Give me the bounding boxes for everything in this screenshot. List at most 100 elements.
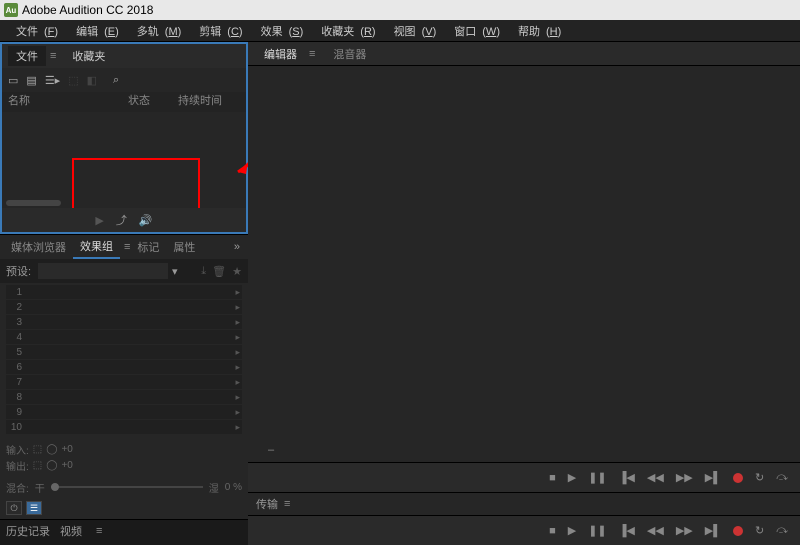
fastforward-button[interactable]: ▶▶ (676, 524, 693, 537)
power-toggle[interactable]: ⏻ (6, 501, 22, 515)
skip-button[interactable]: ⤼ (776, 524, 788, 537)
stop-button[interactable]: ■ (549, 472, 556, 484)
panel-menu-icon[interactable]: ≡ (50, 50, 56, 62)
transport-controls: ■ ▶ ❚❚ ▐◀ ◀◀ ▶▶ ▶▌ ↻ ⤼ (248, 515, 800, 545)
fx-slot[interactable]: 10▸ (6, 420, 242, 434)
fx-slot[interactable]: 3▸ (6, 315, 242, 329)
effects-panel: 媒体浏览器 效果组 ≡ 标记 属性 » 预设: ▾ ⤓ 🗑 ★ 1▸ 2▸ (0, 234, 248, 519)
tab-favorites[interactable]: 收藏夹 (64, 46, 113, 66)
history-menu-icon[interactable]: ≡ (96, 525, 102, 537)
menu-edit[interactable]: 编辑(E) (64, 23, 125, 39)
export-icon[interactable]: ⤴ (116, 212, 127, 228)
chevron-down-icon[interactable]: ▾ (172, 265, 178, 278)
history-panel: 历史记录 视频 ≡ (0, 519, 248, 541)
mix-slider[interactable] (51, 486, 203, 488)
annotation-box (72, 158, 200, 214)
fx-slot[interactable]: 7▸ (6, 375, 242, 389)
fastforward-button[interactable]: ▶▶ (676, 471, 693, 484)
search-icon[interactable]: ⌕ (113, 74, 119, 87)
tab-markers[interactable]: 标记 (130, 236, 166, 258)
menu-multitrack[interactable]: 多轨(M) (125, 23, 188, 39)
pause-button[interactable]: ❚❚ (588, 524, 606, 537)
col-duration[interactable]: 持续时间 (178, 92, 222, 112)
app-logo: Au (4, 3, 18, 17)
tab-editor[interactable]: 编辑器 (256, 43, 305, 65)
preset-dropdown[interactable] (38, 263, 168, 279)
files-table-header: 名称 状态 持续时间 (2, 92, 246, 112)
record-button[interactable] (733, 473, 743, 483)
menu-window[interactable]: 窗口(W) (442, 23, 506, 39)
app-title: Adobe Audition CC 2018 (22, 3, 153, 17)
save-preset-icon[interactable]: ⤓ (201, 265, 206, 278)
output-knob-icon[interactable]: ◯ (46, 460, 57, 471)
next-button[interactable]: ▶▌ (705, 524, 721, 537)
star-icon[interactable]: ★ (232, 265, 242, 278)
prev-button[interactable]: ▐◀ (619, 524, 635, 537)
menu-favorites[interactable]: 收藏夹(R) (309, 23, 381, 39)
loop-button[interactable]: ↻ (755, 524, 764, 537)
new-icon[interactable]: ▤ (26, 74, 36, 87)
mix-label: 混合: (6, 480, 29, 495)
list-toggle[interactable]: ☰ (26, 501, 42, 515)
menu-clip[interactable]: 剪辑(C) (187, 23, 248, 39)
play-button[interactable]: ▶ (568, 524, 576, 537)
tab-effects-rack[interactable]: 效果组 (73, 235, 120, 259)
input-knob-icon[interactable]: ◯ (46, 444, 57, 455)
scrollbar-horizontal[interactable] (6, 200, 61, 206)
multitrack-icon[interactable]: ☰▸ (45, 74, 60, 87)
mix-percent: 0 % (225, 482, 242, 493)
tab-history[interactable]: 历史记录 (6, 523, 50, 539)
record-button[interactable] (733, 526, 743, 536)
next-button[interactable]: ▶▌ (705, 471, 721, 484)
tab-video[interactable]: 视频 (60, 523, 82, 539)
menu-help[interactable]: 帮助(H) (506, 23, 567, 39)
editor-placeholder: – (268, 444, 274, 456)
tab-properties[interactable]: 属性 (166, 236, 202, 258)
tab-transport[interactable]: 传输 (256, 496, 278, 512)
rewind-button[interactable]: ◀◀ (647, 524, 664, 537)
prev-button[interactable]: ▐◀ (619, 471, 635, 484)
tab-files[interactable]: 文件 (8, 46, 46, 66)
disabled-icon: ⬚ (68, 74, 78, 87)
transport-menu-icon[interactable]: ≡ (284, 498, 290, 510)
menubar: 文件(F) 编辑(E) 多轨(M) 剪辑(C) 效果(S) 收藏夹(R) 视图(… (0, 20, 800, 42)
dry-label: 干 (35, 480, 45, 495)
mix-slider-thumb[interactable] (51, 483, 59, 491)
menu-file[interactable]: 文件(F) (4, 23, 64, 39)
col-status[interactable]: 状态 (128, 92, 178, 112)
fx-slot[interactable]: 1▸ (6, 285, 242, 299)
titlebar: Au Adobe Audition CC 2018 (0, 0, 800, 20)
effects-list: 1▸ 2▸ 3▸ 4▸ 5▸ 6▸ 7▸ 8▸ 9▸ 10▸ (0, 283, 248, 437)
fx-slot[interactable]: 8▸ (6, 390, 242, 404)
col-name[interactable]: 名称 (8, 92, 128, 112)
fx-slot[interactable]: 9▸ (6, 405, 242, 419)
open-icon[interactable]: ▭ (8, 74, 18, 87)
menu-view[interactable]: 视图(V) (382, 23, 443, 39)
editor-area[interactable]: – (248, 66, 800, 462)
disabled-icon2: ◧ (87, 74, 97, 87)
loop-button[interactable]: ↻ (755, 471, 764, 484)
tab-mixer[interactable]: 混音器 (325, 43, 374, 65)
editor-menu-icon[interactable]: ≡ (309, 48, 315, 60)
files-panel: 文件 ≡ 收藏夹 ▭ ▤ ☰▸ ⬚ ◧ ⌕ 名称 状态 持续时间 (0, 42, 248, 234)
volume-icon[interactable]: 🔊 (139, 214, 153, 227)
tab-media-browser[interactable]: 媒体浏览器 (4, 236, 73, 258)
pause-button[interactable]: ❚❚ (588, 471, 606, 484)
editor-transport: ■ ▶ ❚❚ ▐◀ ◀◀ ▶▶ ▶▌ ↻ ⤼ (248, 462, 800, 492)
menu-effects[interactable]: 效果(S) (249, 23, 310, 39)
play-button[interactable]: ▶ (568, 471, 576, 484)
fx-slot[interactable]: 4▸ (6, 330, 242, 344)
skip-button[interactable]: ⤼ (776, 471, 788, 484)
trash-icon[interactable]: 🗑 (212, 265, 226, 278)
rewind-button[interactable]: ◀◀ (647, 471, 664, 484)
expand-icon[interactable]: » (230, 241, 244, 253)
output-row: 输出:⬚◯+0 (6, 457, 242, 473)
preset-label: 预设: (6, 263, 34, 279)
fx-slot[interactable]: 2▸ (6, 300, 242, 314)
stop-button[interactable]: ■ (549, 525, 556, 537)
fx-slot[interactable]: 5▸ (6, 345, 242, 359)
fx-slot[interactable]: 6▸ (6, 360, 242, 374)
wet-label: 湿 (209, 480, 219, 495)
input-row: 输入:⬚◯+0 (6, 441, 242, 457)
play-icon[interactable]: ▶ (95, 214, 103, 227)
